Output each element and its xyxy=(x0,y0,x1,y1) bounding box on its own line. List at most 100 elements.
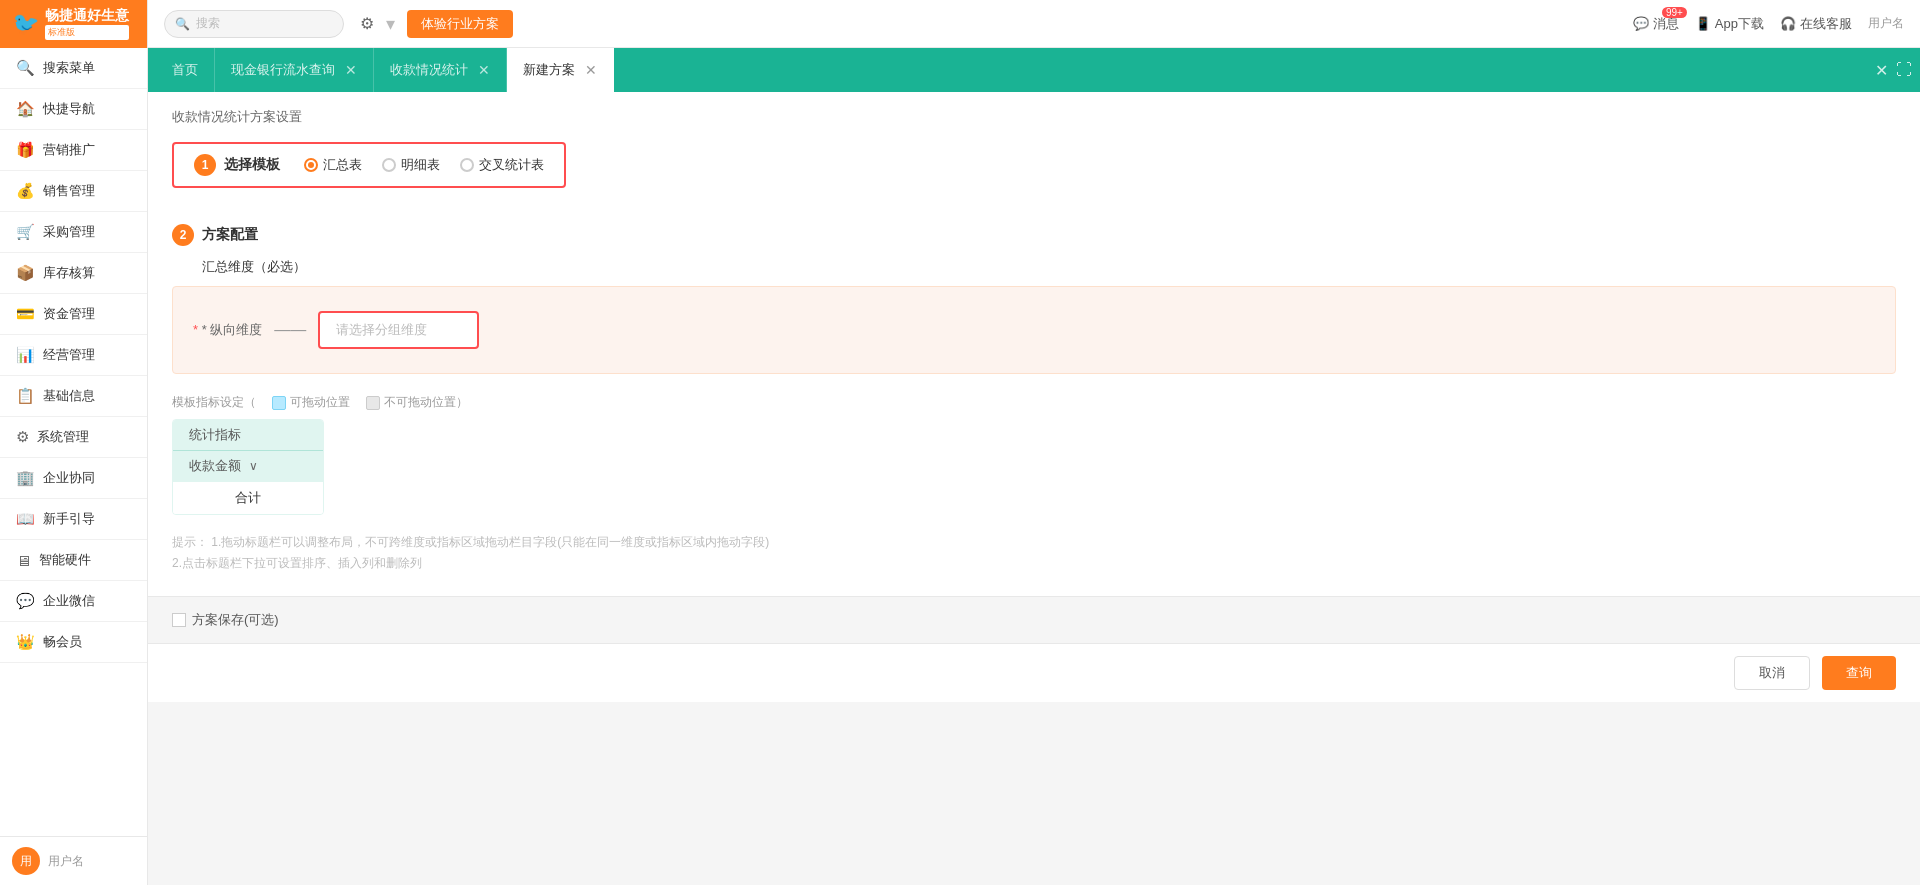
message-icon-wrap[interactable]: 💬 99+ 消息 xyxy=(1633,15,1679,33)
tab-payment-stats-label: 收款情况统计 xyxy=(390,61,468,79)
movable-indicator: 可拖动位置 xyxy=(272,394,350,411)
sidebar-item-label: 基础信息 xyxy=(43,387,95,405)
sidebar-item-label: 搜索菜单 xyxy=(43,59,95,77)
sidebar-item-system[interactable]: ⚙ 系统管理 xyxy=(0,417,147,458)
management-icon: 📊 xyxy=(16,346,35,364)
online-support[interactable]: 🎧 在线客服 xyxy=(1780,15,1852,33)
sidebar-item-sales[interactable]: 💰 销售管理 xyxy=(0,171,147,212)
sidebar-item-label: 畅会员 xyxy=(43,633,82,651)
radio-summary-label: 汇总表 xyxy=(323,156,362,174)
trial-button[interactable]: 体验行业方案 xyxy=(407,10,513,38)
system-icon: ⚙ xyxy=(16,428,29,446)
download-label: App下载 xyxy=(1715,15,1764,33)
sidebar-item-enterprise[interactable]: 🏢 企业协同 xyxy=(0,458,147,499)
maximize-btn[interactable]: ⛶ xyxy=(1896,61,1912,79)
bottom-save-section: 方案保存(可选) xyxy=(148,596,1920,643)
locked-indicator: 不可拖动位置） xyxy=(366,394,468,411)
radio-cross-label: 交叉统计表 xyxy=(479,156,544,174)
tab-cash-flow[interactable]: 现金银行流水查询 ✕ xyxy=(215,48,374,92)
main-area: 🔍 搜索 ⚙ ▾ 体验行业方案 💬 99+ 消息 📱 App下载 🎧 在线客服 … xyxy=(148,0,1920,885)
header-search-box[interactable]: 🔍 搜索 xyxy=(164,10,344,38)
arrow-right: —— xyxy=(274,321,306,339)
dimension-placeholder: 请选择分组维度 xyxy=(336,322,427,337)
save-label: 方案保存(可选) xyxy=(192,611,279,629)
sidebar-item-purchase[interactable]: 🛒 采购管理 xyxy=(0,212,147,253)
tab-right-controls: ✕ ⛶ xyxy=(1875,61,1920,80)
step2-label: 方案配置 xyxy=(202,226,258,244)
member-icon: 👑 xyxy=(16,633,35,651)
search-menu-icon: 🔍 xyxy=(16,59,35,77)
sidebar-item-member[interactable]: 👑 畅会员 xyxy=(0,622,147,663)
col1-label: 收款金额 xyxy=(189,457,241,475)
tab-home[interactable]: 首页 xyxy=(156,48,215,92)
username: 用户名 xyxy=(48,853,84,870)
metrics-title: 模板指标设定（ xyxy=(172,394,256,411)
inventory-icon: 📦 xyxy=(16,264,35,282)
save-checkbox[interactable] xyxy=(172,613,186,627)
settings-icon[interactable]: ⚙ xyxy=(360,14,374,33)
quick-nav-icon: 🏠 xyxy=(16,100,35,118)
cancel-button[interactable]: 取消 xyxy=(1734,656,1810,690)
sidebar-item-beginner[interactable]: 📖 新手引导 xyxy=(0,499,147,540)
tab-payment-stats-close[interactable]: ✕ xyxy=(478,62,490,78)
step1-number: 1 xyxy=(194,154,216,176)
sidebar-item-management[interactable]: 📊 经营管理 xyxy=(0,335,147,376)
user-name: 用户名 xyxy=(1868,15,1904,32)
sales-icon: 💰 xyxy=(16,182,35,200)
sidebar: 🐦 畅捷通好生意 标准版 🔍 搜索菜单 🏠 快捷导航 🎁 营销推广 💰 销售管理… xyxy=(0,0,148,885)
dimension-section-title: 汇总维度（必选） xyxy=(202,258,1896,276)
sidebar-item-label: 智能硬件 xyxy=(39,551,91,569)
content-area: 收款情况统计方案设置 1 选择模板 汇总表 明细表 xyxy=(148,92,1920,885)
hint-line-2: 2.点击标题栏下拉可设置排序、插入列和删除列 xyxy=(172,555,1896,572)
sidebar-item-label: 企业微信 xyxy=(43,592,95,610)
capital-icon: 💳 xyxy=(16,305,35,323)
save-option[interactable]: 方案保存(可选) xyxy=(172,611,279,629)
sidebar-item-label: 库存核算 xyxy=(43,264,95,282)
smart-hw-icon: 🖥 xyxy=(16,552,31,569)
tab-new-plan-close[interactable]: ✕ xyxy=(585,62,597,78)
template-radio-group: 汇总表 明细表 交叉统计表 xyxy=(304,156,544,174)
metrics-table-header-row[interactable]: 统计指标 xyxy=(173,420,323,450)
app-download[interactable]: 📱 App下载 xyxy=(1695,15,1764,33)
headset-icon: 🎧 xyxy=(1780,16,1796,31)
sidebar-item-label: 系统管理 xyxy=(37,428,89,446)
radio-cross[interactable]: 交叉统计表 xyxy=(460,156,544,174)
query-button[interactable]: 查询 xyxy=(1822,656,1896,690)
metrics-col1-sub: 合计 xyxy=(173,481,323,514)
tab-cash-flow-close[interactable]: ✕ xyxy=(345,62,357,78)
sidebar-item-label: 快捷导航 xyxy=(43,100,95,118)
sidebar-item-label: 新手引导 xyxy=(43,510,95,528)
sidebar-bottom: 用 用户名 xyxy=(0,836,147,885)
dimension-selector[interactable]: 请选择分组维度 xyxy=(318,311,479,349)
step1-section: 1 选择模板 汇总表 明细表 交叉统计表 xyxy=(172,142,1896,204)
message-icon: 💬 xyxy=(1633,16,1649,31)
radio-detail[interactable]: 明细表 xyxy=(382,156,440,174)
tab-home-label: 首页 xyxy=(172,61,198,79)
basic-icon: 📋 xyxy=(16,387,35,405)
support-label: 在线客服 xyxy=(1800,15,1852,33)
col1-dropdown-arrow[interactable]: ∨ xyxy=(249,459,258,473)
sidebar-item-basic[interactable]: 📋 基础信息 xyxy=(0,376,147,417)
sidebar-item-quick-nav[interactable]: 🏠 快捷导航 xyxy=(0,89,147,130)
sidebar-item-capital[interactable]: 💳 资金管理 xyxy=(0,294,147,335)
sidebar-item-smart-hw[interactable]: 🖥 智能硬件 xyxy=(0,540,147,581)
dropdown-icon[interactable]: ▾ xyxy=(386,13,395,35)
locked-label: 不可拖动位置） xyxy=(384,394,468,411)
metrics-legend: 模板指标设定（ 可拖动位置 不可拖动位置） xyxy=(172,394,1896,411)
sidebar-item-search-menu[interactable]: 🔍 搜索菜单 xyxy=(0,48,147,89)
tab-new-plan[interactable]: 新建方案 ✕ xyxy=(507,48,614,92)
sidebar-item-marketing[interactable]: 🎁 营销推广 xyxy=(0,130,147,171)
beginner-icon: 📖 xyxy=(16,510,35,528)
close-window-btn[interactable]: ✕ xyxy=(1875,61,1888,80)
radio-summary[interactable]: 汇总表 xyxy=(304,156,362,174)
vertical-dimension-label: * 纵向维度 xyxy=(193,321,262,339)
search-icon: 🔍 xyxy=(175,17,190,31)
message-badge: 99+ xyxy=(1662,7,1687,18)
sidebar-item-enterprise-wechat[interactable]: 💬 企业微信 xyxy=(0,581,147,622)
step2-number: 2 xyxy=(172,224,194,246)
sidebar-item-inventory[interactable]: 📦 库存核算 xyxy=(0,253,147,294)
hint-line-1: 提示： 1.拖动标题栏可以调整布局，不可跨维度或指标区域拖动栏目字段(只能在同一… xyxy=(172,534,1896,551)
tab-payment-stats[interactable]: 收款情况统计 ✕ xyxy=(374,48,507,92)
metrics-col1-header[interactable]: 收款金额 ∨ xyxy=(173,450,323,481)
sidebar-item-label: 资金管理 xyxy=(43,305,95,323)
